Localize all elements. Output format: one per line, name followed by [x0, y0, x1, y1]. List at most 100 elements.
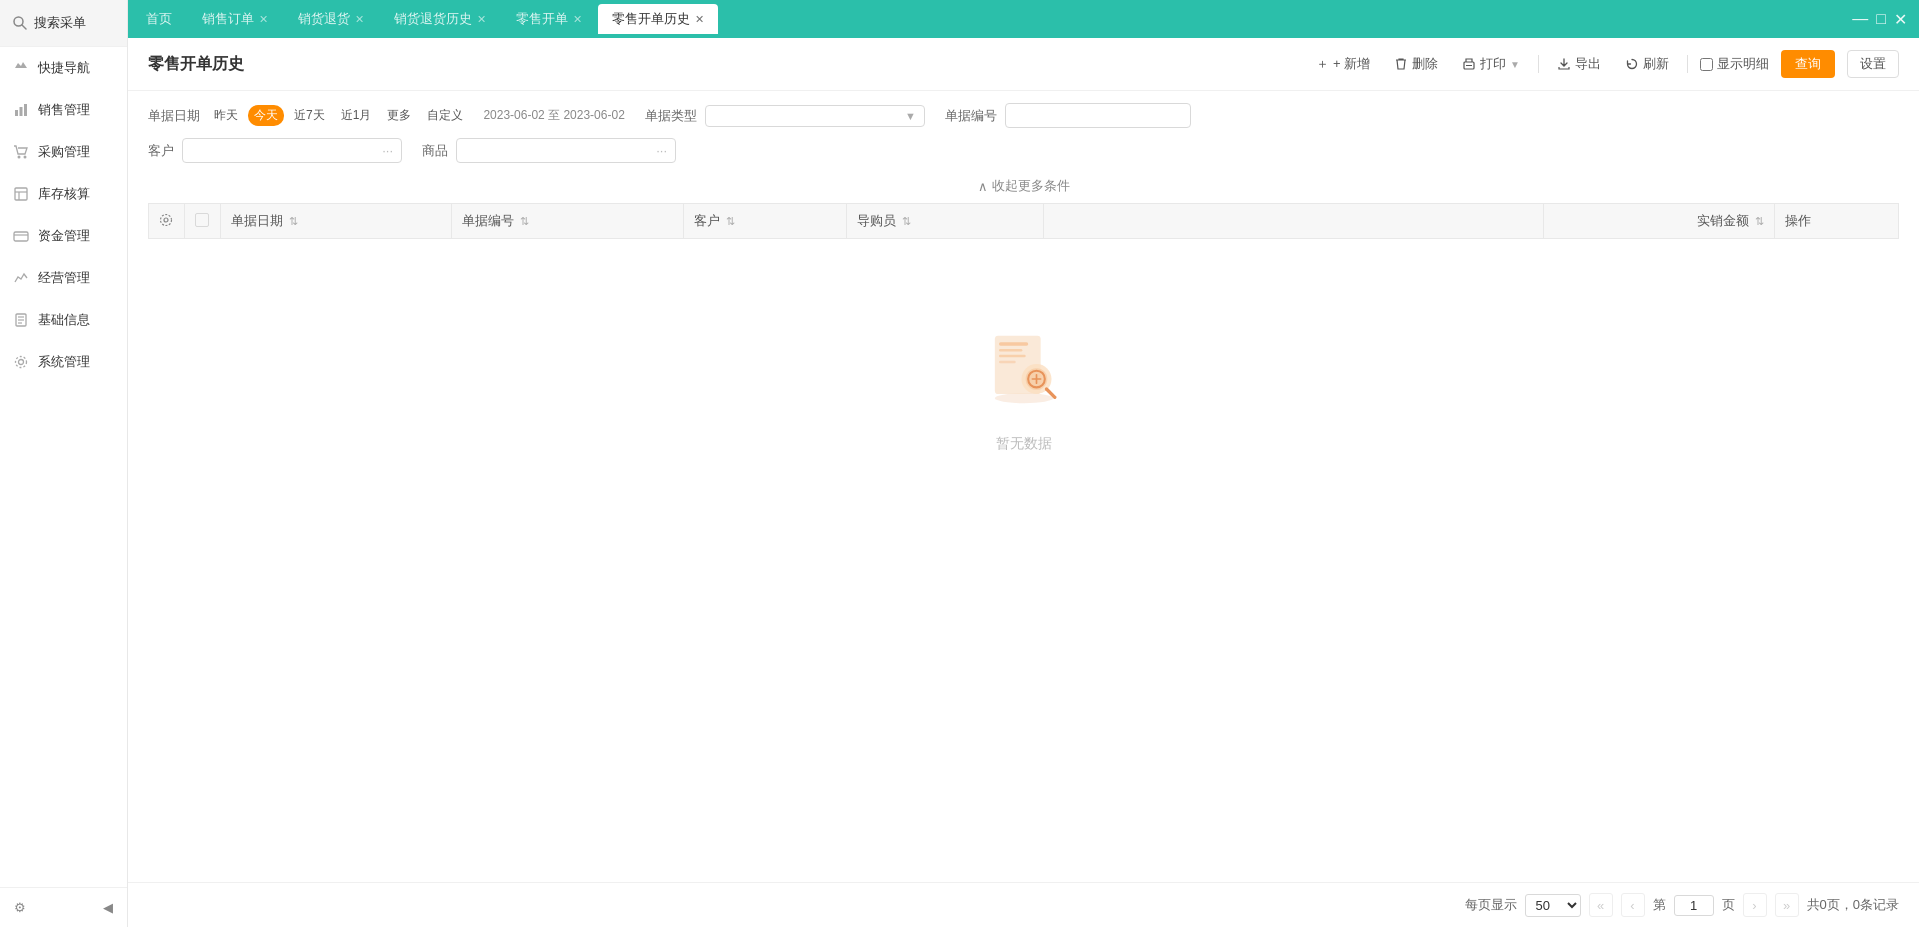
sidebar-item-base-info[interactable]: 基础信息 — [0, 299, 127, 341]
col-settings[interactable] — [149, 204, 185, 239]
page-suffix: 页 — [1722, 896, 1735, 914]
window-max-icon[interactable]: □ — [1876, 10, 1886, 28]
tab-retail-history-label: 零售开单历史 — [612, 10, 690, 28]
goods-input[interactable] — [465, 143, 656, 158]
tab-retail-history-close[interactable]: ✕ — [695, 13, 704, 26]
tab-sales-order-label: 销售订单 — [202, 10, 254, 28]
col-no-sort[interactable]: ⇅ — [520, 215, 529, 228]
col-checkbox-header[interactable] — [185, 204, 221, 239]
show-detail-input[interactable] — [1700, 58, 1713, 71]
last-page-btn[interactable]: » — [1775, 893, 1799, 917]
purchase-mgmt-icon — [12, 143, 30, 161]
print-label: 打印 — [1480, 55, 1506, 73]
svg-point-21 — [161, 214, 172, 225]
page-label: 第 — [1653, 896, 1666, 914]
svg-rect-27 — [999, 361, 1016, 364]
toolbar-divider-2 — [1687, 55, 1688, 73]
sidebar-search[interactable]: 搜索采单 — [0, 0, 127, 47]
col-customer-sort[interactable]: ⇅ — [726, 215, 735, 228]
query-button[interactable]: 查询 — [1781, 50, 1835, 78]
doc-type-select[interactable]: ▼ — [705, 105, 925, 127]
sidebar-item-finance[interactable]: 资金管理 — [0, 215, 127, 257]
window-close-icon[interactable]: ✕ — [1894, 10, 1907, 29]
tab-sales-return-close[interactable]: ✕ — [355, 13, 364, 26]
window-min-icon[interactable]: — — [1852, 10, 1868, 28]
sidebar-collapse-icon[interactable]: ◀ — [103, 900, 113, 915]
print-icon — [1462, 57, 1476, 71]
delete-button[interactable]: 删除 — [1388, 52, 1444, 76]
settings-col-icon[interactable] — [159, 213, 173, 227]
customer-label: 客户 — [148, 142, 174, 160]
tab-home[interactable]: 首页 — [132, 4, 186, 34]
first-page-btn[interactable]: « — [1589, 893, 1613, 917]
sidebar-item-ops-mgmt[interactable]: 经营管理 — [0, 257, 127, 299]
svg-rect-26 — [999, 355, 1026, 358]
sidebar-item-label: 基础信息 — [38, 311, 90, 329]
search-icon — [12, 15, 28, 31]
prev-page-btn[interactable]: ‹ — [1621, 893, 1645, 917]
tab-retail-history[interactable]: 零售开单历史 ✕ — [598, 4, 718, 34]
page-input[interactable] — [1674, 895, 1714, 916]
date-shortcut-today[interactable]: 今天 — [248, 105, 284, 126]
date-shortcuts: 昨天 今天 近7天 近1月 更多 自定义 — [208, 105, 469, 126]
svg-point-5 — [18, 156, 21, 159]
col-spacer-header — [1044, 204, 1544, 239]
svg-rect-3 — [20, 107, 23, 116]
goods-more-icon[interactable]: ··· — [656, 143, 667, 158]
col-amount-header: 实销金额 ⇅ — [1544, 204, 1775, 239]
tab-sales-return[interactable]: 销货退货 ✕ — [284, 4, 378, 34]
next-page-btn[interactable]: › — [1743, 893, 1767, 917]
tab-sales-return-history[interactable]: 销货退货历史 ✕ — [380, 4, 500, 34]
show-detail-checkbox[interactable]: 显示明细 — [1700, 55, 1769, 73]
toolbar: ＋ + 新增 删除 打印 ▼ 导出 — [1310, 50, 1899, 78]
col-amount-sort[interactable]: ⇅ — [1755, 215, 1764, 228]
sidebar-search-label: 搜索采单 — [34, 14, 86, 32]
tab-retail-open-close[interactable]: ✕ — [573, 13, 582, 26]
date-shortcut-yesterday[interactable]: 昨天 — [208, 105, 244, 126]
print-dropdown-icon[interactable]: ▼ — [1510, 59, 1520, 70]
export-button[interactable]: 导出 — [1551, 52, 1607, 76]
settings-button[interactable]: 设置 — [1847, 50, 1899, 78]
doc-type-dropdown-icon: ▼ — [905, 110, 916, 122]
tab-retail-open[interactable]: 零售开单 ✕ — [502, 4, 596, 34]
sidebar-item-inventory[interactable]: 库存核算 — [0, 173, 127, 215]
sidebar-item-label: 销售管理 — [38, 101, 90, 119]
add-button[interactable]: ＋ + 新增 — [1310, 52, 1376, 76]
col-no-header: 单据编号 ⇅ — [452, 204, 683, 239]
date-shortcut-7days[interactable]: 近7天 — [288, 105, 331, 126]
customer-input[interactable] — [191, 143, 382, 158]
svg-rect-7 — [15, 188, 27, 200]
select-all-checkbox[interactable] — [195, 213, 209, 227]
refresh-button[interactable]: 刷新 — [1619, 52, 1675, 76]
col-ops-label: 操作 — [1785, 213, 1811, 228]
doc-type-label: 单据类型 — [645, 107, 697, 125]
date-shortcut-custom[interactable]: 自定义 — [421, 105, 469, 126]
tab-sales-return-history-label: 销货退货历史 — [394, 10, 472, 28]
sidebar-settings-icon[interactable]: ⚙ — [14, 900, 26, 915]
sidebar-item-sys-mgmt[interactable]: 系统管理 — [0, 341, 127, 383]
sidebar-item-sales-mgmt[interactable]: 销售管理 — [0, 89, 127, 131]
tab-sales-order-close[interactable]: ✕ — [259, 13, 268, 26]
collapse-label: 收起更多条件 — [992, 177, 1070, 195]
pagination: 每页显示 50 20 100 « ‹ 第 页 › » 共0页，0条记录 — [128, 882, 1919, 927]
customer-more-icon[interactable]: ··· — [382, 143, 393, 158]
tab-sales-return-history-close[interactable]: ✕ — [477, 13, 486, 26]
sidebar-item-purchase-mgmt[interactable]: 采购管理 — [0, 131, 127, 173]
doc-type-filter: 单据类型 ▼ — [645, 105, 925, 127]
date-label: 单据日期 — [148, 107, 200, 125]
col-date-sort[interactable]: ⇅ — [289, 215, 298, 228]
print-button[interactable]: 打印 ▼ — [1456, 52, 1526, 76]
doc-no-input[interactable] — [1014, 108, 1182, 123]
sidebar-item-quick-nav[interactable]: 快捷导航 — [0, 47, 127, 89]
content-area: 零售开单历史 ＋ + 新增 删除 打印 ▼ 导出 — [128, 38, 1919, 927]
col-salesperson-sort[interactable]: ⇅ — [902, 215, 911, 228]
date-shortcut-1month[interactable]: 近1月 — [335, 105, 378, 126]
tab-sales-order[interactable]: 销售订单 ✕ — [188, 4, 282, 34]
date-shortcut-more[interactable]: 更多 — [381, 105, 417, 126]
collapse-more-btn[interactable]: ∧ 收起更多条件 — [148, 173, 1899, 203]
svg-point-20 — [164, 218, 168, 222]
page-size-select[interactable]: 50 20 100 — [1525, 894, 1581, 917]
col-ops-header: 操作 — [1775, 204, 1899, 239]
base-info-icon — [12, 311, 30, 329]
delete-label: 删除 — [1412, 55, 1438, 73]
